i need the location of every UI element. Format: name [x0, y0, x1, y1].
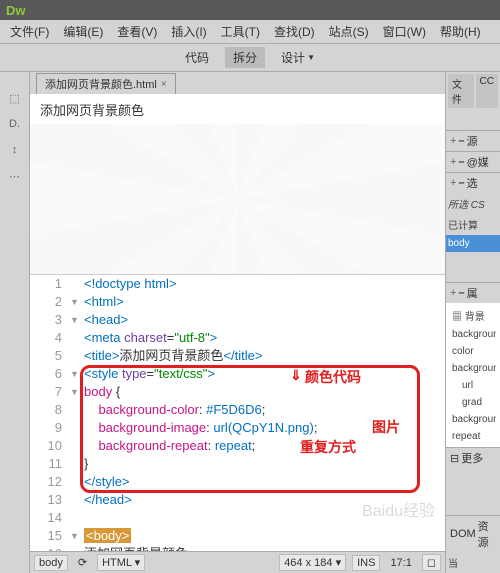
status-enc[interactable]: ◻ [422, 554, 441, 571]
css-prop[interactable]: url [450, 377, 496, 394]
menu-edit[interactable]: 编辑(E) [57, 21, 109, 42]
panel-res[interactable]: 资源 [478, 518, 496, 550]
code-editor[interactable]: 1<!doctype html> 2▼<html> 3▼<head> 4<met… [30, 274, 445, 551]
status-pos: 17:1 [386, 556, 415, 570]
menu-view[interactable]: 查看(V) [111, 21, 163, 42]
section-selectors[interactable]: 选 [467, 175, 478, 191]
computed-label[interactable]: 已计算 [446, 214, 500, 235]
statusbar: body ⟳ HTML ▾ 464 x 184 ▾ INS 17:1 ◻ [30, 551, 445, 573]
app-logo: Dw [6, 3, 26, 18]
menu-site[interactable]: 站点(S) [323, 21, 375, 42]
status-ins[interactable]: INS [352, 555, 380, 571]
view-code-button[interactable]: 代码 [177, 47, 217, 68]
design-preview[interactable]: 添加网页背景颜色 [30, 94, 445, 274]
css-prop[interactable]: repeat [450, 428, 496, 445]
plus-icon[interactable]: + [450, 135, 456, 147]
line-number: 1 [30, 275, 70, 293]
panel-tab-cc[interactable]: CC [476, 74, 498, 108]
menu-help[interactable]: 帮助(H) [434, 21, 487, 42]
css-prop[interactable]: backgroun [450, 411, 496, 428]
tool-icon[interactable]: ↕ [5, 144, 25, 162]
tool-icon[interactable]: D. [5, 118, 25, 136]
group-background[interactable]: ▦ 背景 [450, 305, 496, 326]
section-props[interactable]: 属 [467, 285, 478, 301]
menubar: 文件(F) 编辑(E) 查看(V) 插入(I) 工具(T) 查找(D) 站点(S… [0, 20, 500, 44]
tool-more-icon[interactable]: ⋯ [5, 170, 25, 188]
status-doctype[interactable]: HTML ▾ [97, 554, 145, 571]
document-tab[interactable]: 添加网页背景颜色.html × [36, 73, 176, 94]
menu-find[interactable]: 查找(D) [268, 21, 321, 42]
menu-window[interactable]: 窗口(W) [377, 21, 432, 42]
view-split-button[interactable]: 拆分 [225, 47, 265, 68]
status-sync-icon[interactable]: ⟳ [74, 555, 91, 570]
view-toolbar: 代码 拆分 设计 ▼ [0, 44, 500, 72]
view-design-button[interactable]: 设计 ▼ [273, 47, 323, 68]
tab-close-icon[interactable]: × [161, 79, 167, 90]
panel-tab-files[interactable]: 文件 [448, 74, 474, 108]
titlebar: Dw [0, 0, 500, 20]
filter-hint: 所选 CS [446, 193, 500, 214]
preview-background [30, 124, 445, 274]
menu-tools[interactable]: 工具(T) [215, 21, 266, 42]
tool-icon[interactable]: ⬚ [5, 92, 25, 110]
document-tabs: 添加网页背景颜色.html × [30, 72, 445, 94]
css-prop[interactable]: color [450, 343, 496, 360]
menu-insert[interactable]: 插入(I) [165, 21, 212, 42]
menu-file[interactable]: 文件(F) [4, 21, 55, 42]
left-toolbar: ⬚ D. ↕ ⋯ [0, 72, 30, 573]
status-size: 464 x 184 ▾ [279, 554, 346, 571]
tab-label: 添加网页背景颜色.html [45, 76, 157, 92]
css-prop[interactable]: backgroun [450, 360, 496, 377]
section-sources[interactable]: 源 [467, 133, 478, 149]
preview-text: 添加网页背景颜色 [30, 94, 445, 125]
css-prop[interactable]: grad [450, 394, 496, 411]
panel-current: 当 [446, 552, 500, 573]
css-prop[interactable]: backgroun [450, 326, 496, 343]
more-toggle[interactable]: ⊟ 更多 [446, 447, 500, 468]
selector-item[interactable]: body [446, 235, 500, 252]
panel-dom[interactable]: DOM [450, 528, 476, 540]
status-path[interactable]: body [34, 555, 68, 571]
section-media[interactable]: @媒 [467, 154, 489, 170]
right-panels: 文件 CC + – 源 + – @媒 + – 选 所选 CS 已计算 body … [445, 72, 500, 573]
